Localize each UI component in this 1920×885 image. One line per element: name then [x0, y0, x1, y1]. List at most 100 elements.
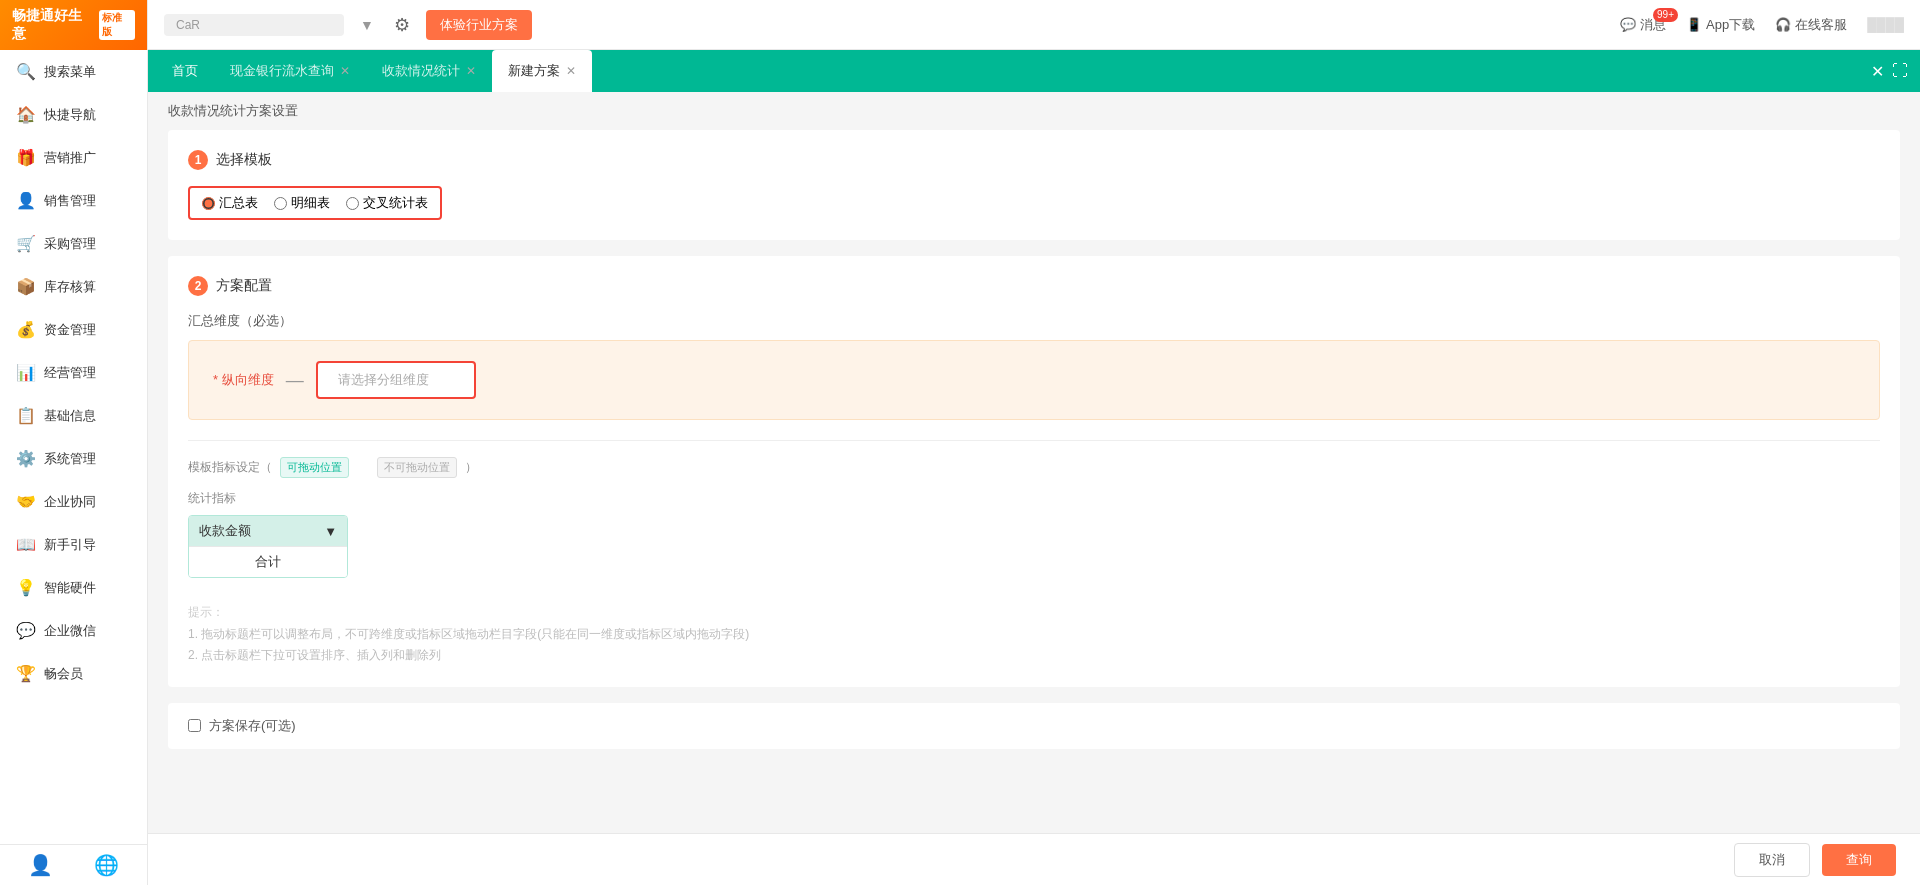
option-summary[interactable]: 汇总表 — [202, 194, 258, 212]
tip-item-2: 2. 点击标题栏下拉可设置排序、插入列和删除列 — [188, 645, 1880, 667]
box-icon: 📦 — [16, 277, 36, 296]
sidebar-item-basic-info[interactable]: 📋 基础信息 — [0, 394, 147, 437]
stat-col-header: 收款金额 — [199, 522, 251, 540]
vertical-dim-label: * 纵向维度 — [213, 371, 274, 389]
sidebar-label-smart-hw: 智能硬件 — [44, 579, 96, 597]
sidebar-label-marketing: 营销推广 — [44, 149, 96, 167]
sidebar-label-search-menu: 搜索菜单 — [44, 63, 96, 81]
tab-new-plan-label: 新建方案 — [508, 62, 560, 80]
tab-bank-flow-label: 现金银行流水查询 — [230, 62, 334, 80]
sidebar-item-purchase[interactable]: 🛒 采购管理 — [0, 222, 147, 265]
topbar-dropdown-icon[interactable]: ▼ — [360, 17, 374, 33]
bulb-icon: 💡 — [16, 578, 36, 597]
stat-indicator-area: 统计指标 收款金额 ▼ 合计 — [188, 490, 1880, 578]
tips-label: 提示： — [188, 605, 224, 619]
sidebar-item-system[interactable]: ⚙️ 系统管理 — [0, 437, 147, 480]
cart-icon: 🛒 — [16, 234, 36, 253]
sidebar-label-enterprise-wechat: 企业微信 — [44, 622, 96, 640]
notification-btn[interactable]: 💬 消息 99+ — [1620, 16, 1666, 34]
cancel-button[interactable]: 取消 — [1734, 843, 1810, 877]
sidebar-item-member[interactable]: 🏆 畅会员 — [0, 652, 147, 695]
tab-close-all-icon[interactable]: ✕ — [1871, 62, 1884, 81]
bottom-bar: 取消 查询 — [148, 833, 1920, 885]
tab-maximize-icon[interactable]: ⛶ — [1892, 62, 1908, 80]
sidebar-label-purchase: 采购管理 — [44, 235, 96, 253]
save-plan-label: 方案保存(可选) — [209, 717, 296, 735]
download-icon: 📱 — [1686, 17, 1702, 32]
sidebar-logo: 畅捷通好生意 标准版 — [0, 0, 147, 50]
dimension-title: 汇总维度（必选） — [188, 312, 1880, 330]
search-menu-icon: 🔍 — [16, 62, 36, 81]
tab-new-plan[interactable]: 新建方案 ✕ — [492, 50, 592, 92]
tab-home-label: 首页 — [172, 62, 198, 80]
tab-collection-stats-label: 收款情况统计 — [382, 62, 460, 80]
money-icon: 💰 — [16, 320, 36, 339]
user-btn[interactable]: ████ — [1867, 17, 1904, 32]
stat-indicator-title: 统计指标 — [188, 490, 1880, 507]
radio-cross[interactable] — [346, 197, 359, 210]
radio-summary[interactable] — [202, 197, 215, 210]
step1-title: 1 选择模板 — [188, 150, 1880, 170]
option-detail[interactable]: 明细表 — [274, 194, 330, 212]
sidebar-item-newcomer[interactable]: 📖 新手引导 — [0, 523, 147, 566]
content-area: 收款情况统计方案设置 1 选择模板 汇总表 明细表 — [148, 92, 1920, 833]
stat-col-dropdown-icon[interactable]: ▼ — [324, 524, 337, 539]
chat-icon: 💬 — [16, 621, 36, 640]
step2-title: 2 方案配置 — [188, 276, 1880, 296]
sidebar-item-smart-hw[interactable]: 💡 智能硬件 — [0, 566, 147, 609]
sidebar-item-quick-nav[interactable]: 🏠 快捷导航 — [0, 93, 147, 136]
dim-arrow: — — [286, 370, 304, 391]
sidebar: 畅捷通好生意 标准版 🔍 搜索菜单 🏠 快捷导航 🎁 营销推广 👤 销售管理 🛒… — [0, 0, 148, 885]
sidebar-item-marketing[interactable]: 🎁 营销推广 — [0, 136, 147, 179]
sidebar-item-operations[interactable]: 📊 经营管理 — [0, 351, 147, 394]
sidebar-item-sales[interactable]: 👤 销售管理 — [0, 179, 147, 222]
indicator-config-sep — [357, 459, 369, 476]
sidebar-label-newcomer: 新手引导 — [44, 536, 96, 554]
sidebar-bottom-icon1[interactable]: 👤 — [28, 853, 53, 877]
search-input[interactable] — [164, 14, 344, 36]
dim-select[interactable]: 请选择分组维度 — [316, 361, 476, 399]
step2-badge: 2 — [188, 276, 208, 296]
industry-btn[interactable]: 体验行业方案 — [426, 10, 532, 40]
sidebar-label-finance: 资金管理 — [44, 321, 96, 339]
settings-icon[interactable]: ⚙ — [394, 14, 410, 36]
footer-card: 方案保存(可选) — [168, 703, 1900, 749]
radio-detail[interactable] — [274, 197, 287, 210]
sidebar-item-search-menu[interactable]: 🔍 搜索菜单 — [0, 50, 147, 93]
query-button[interactable]: 查询 — [1822, 844, 1896, 876]
main-area: ▼ ⚙ 体验行业方案 💬 消息 99+ 📱 App下载 🎧 在线客服 ████ — [148, 0, 1920, 885]
gear-icon: ⚙️ — [16, 449, 36, 468]
nav-tabs: 首页 现金银行流水查询 ✕ 收款情况统计 ✕ 新建方案 ✕ ✕ ⛶ — [148, 50, 1920, 92]
user-icon: ████ — [1867, 17, 1904, 32]
sidebar-label-system: 系统管理 — [44, 450, 96, 468]
support-label: 在线客服 — [1795, 16, 1847, 34]
stat-table-header[interactable]: 收款金额 ▼ — [189, 516, 347, 546]
label-summary: 汇总表 — [219, 194, 258, 212]
sidebar-item-inventory[interactable]: 📦 库存核算 — [0, 265, 147, 308]
template-options: 汇总表 明细表 交叉统计表 — [188, 186, 1880, 220]
sidebar-bottom-icon2[interactable]: 🌐 — [94, 853, 119, 877]
tab-home[interactable]: 首页 — [156, 50, 214, 92]
sidebar-item-enterprise[interactable]: 🤝 企业协同 — [0, 480, 147, 523]
sidebar-item-enterprise-wechat[interactable]: 💬 企业微信 — [0, 609, 147, 652]
divider — [188, 440, 1880, 441]
tab-collection-stats[interactable]: 收款情况统计 ✕ — [366, 50, 492, 92]
sidebar-label-member: 畅会员 — [44, 665, 83, 683]
sidebar-item-finance[interactable]: 💰 资金管理 — [0, 308, 147, 351]
tab-collection-stats-close[interactable]: ✕ — [466, 64, 476, 78]
home-icon: 🏠 — [16, 105, 36, 124]
sidebar-label-basic-info: 基础信息 — [44, 407, 96, 425]
save-plan-checkbox[interactable] — [188, 719, 201, 732]
movable-tag: 可拖动位置 — [280, 457, 349, 478]
support-btn[interactable]: 🎧 在线客服 — [1775, 16, 1847, 34]
page-header: 收款情况统计方案设置 — [148, 92, 1920, 130]
tab-bank-flow[interactable]: 现金银行流水查询 ✕ — [214, 50, 366, 92]
notification-count: 99+ — [1653, 8, 1678, 22]
download-btn[interactable]: 📱 App下载 — [1686, 16, 1755, 34]
tab-bank-flow-close[interactable]: ✕ — [340, 64, 350, 78]
option-cross[interactable]: 交叉统计表 — [346, 194, 428, 212]
chart-icon: 📊 — [16, 363, 36, 382]
tab-new-plan-close[interactable]: ✕ — [566, 64, 576, 78]
sidebar-label-quick-nav: 快捷导航 — [44, 106, 96, 124]
unmovable-tag: 不可拖动位置 — [377, 457, 457, 478]
